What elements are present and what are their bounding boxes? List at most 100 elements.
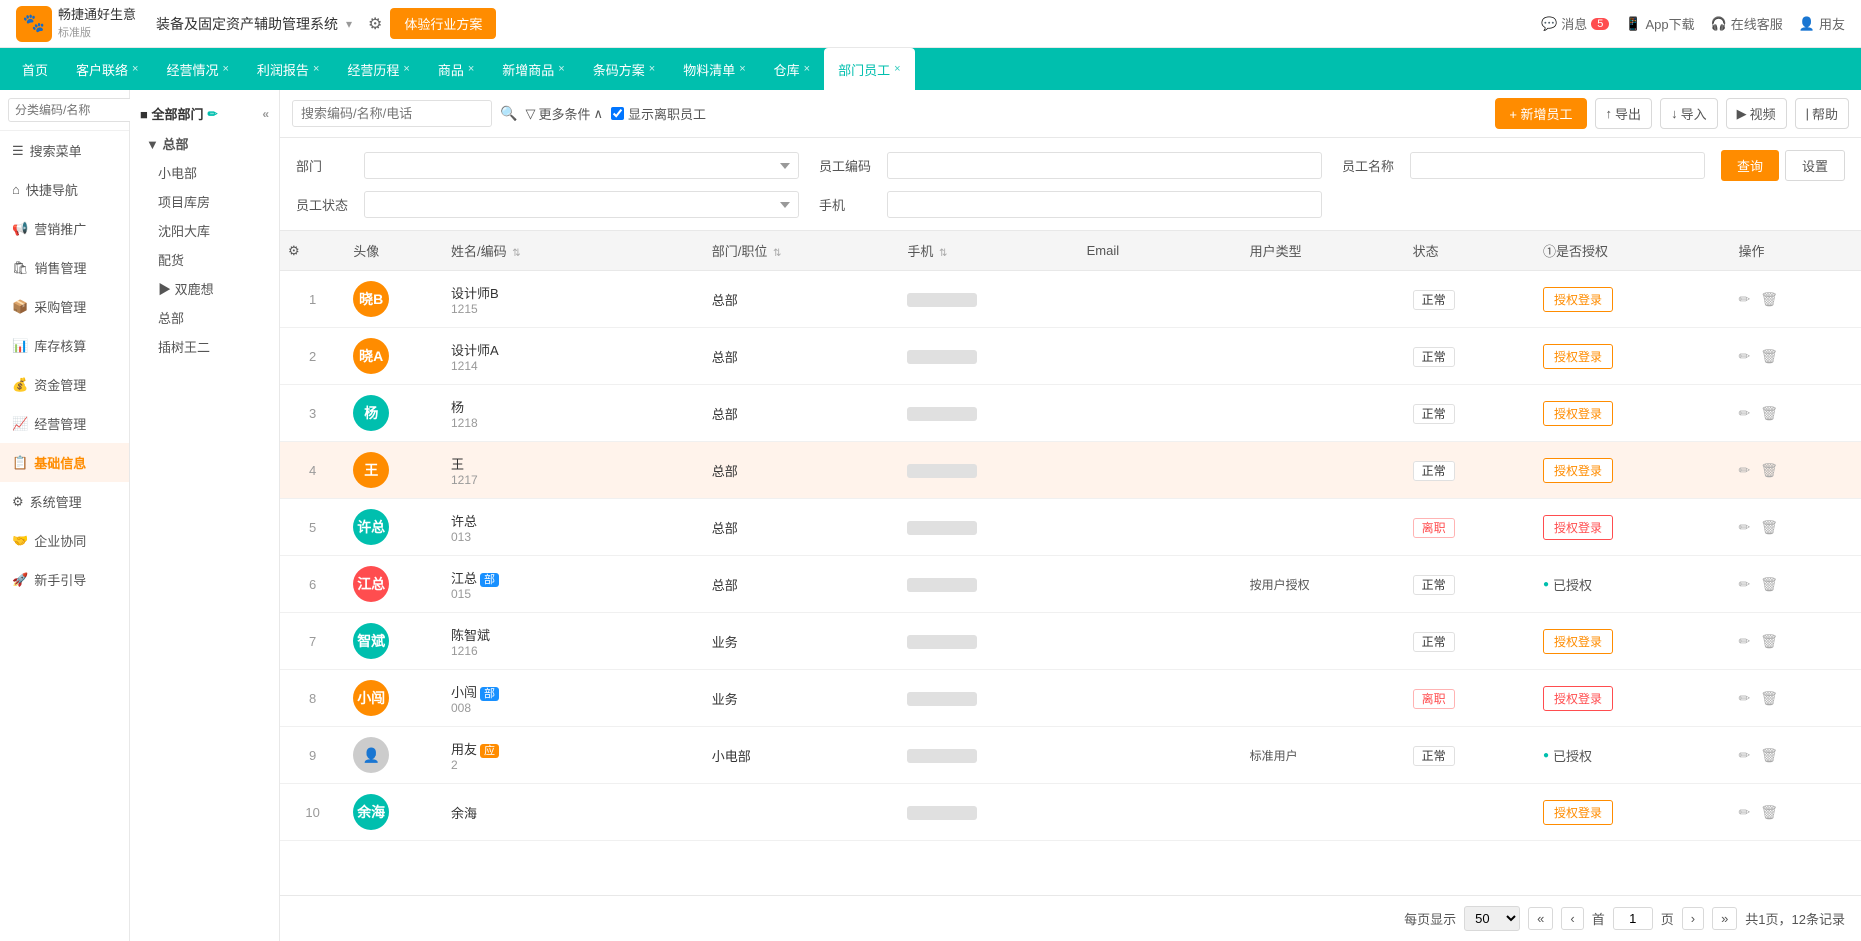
online-service-btn[interactable]: 🎧 在线客服 [1711,14,1783,33]
sidebar-item-采购管理[interactable]: 📦采购管理 [0,287,129,326]
next-page-btn[interactable]: › [1682,907,1704,930]
nav-tab-部门员工[interactable]: 部门员工× [824,48,914,90]
delete-icon[interactable]: 🗑 [1760,462,1778,479]
emp-status-select[interactable] [364,191,799,218]
delete-icon[interactable]: 🗑 [1760,804,1778,821]
first-page-btn[interactable]: « [1528,907,1553,930]
auth-button[interactable]: 授权登录 [1543,800,1613,825]
auth-button[interactable]: 授权登录 [1543,344,1613,369]
edit-icon[interactable]: ✏ [1739,690,1751,707]
search-button[interactable]: 🔍 [500,105,517,122]
dept-edit-icon[interactable]: ✏ [207,107,217,121]
page-size-select[interactable]: 50 100 [1464,906,1520,931]
edit-icon[interactable]: ✏ [1739,348,1751,365]
add-employee-button[interactable]: + 新增员工 [1495,98,1586,129]
trial-button[interactable]: 体验行业方案 [390,8,496,39]
message-btn[interactable]: 💬 消息 5 [1541,14,1609,33]
close-tab-icon[interactable]: × [894,63,900,75]
sidebar-item-库存核算[interactable]: 📊库存核算 [0,326,129,365]
nav-tab-首页[interactable]: 首页 [8,48,62,90]
close-tab-icon[interactable]: × [739,63,745,75]
col-dept[interactable]: 部门/职位 ⇅ [704,231,900,271]
system-title-dropdown[interactable]: ▾ [346,17,352,31]
show-resigned-checkbox[interactable] [611,107,624,120]
prev-page-btn[interactable]: ‹ [1561,907,1583,930]
close-tab-icon[interactable]: × [804,63,810,75]
sidebar-item-销售管理[interactable]: 🛍销售管理 [0,248,129,287]
auth-button[interactable]: 授权登录 [1543,287,1613,312]
dept-item-总部[interactable]: 总部 [130,303,279,332]
dept-item-插树王二[interactable]: 插树王二 [130,332,279,361]
close-tab-icon[interactable]: × [132,63,138,75]
sidebar-item-基础信息[interactable]: 📋基础信息 [0,443,129,482]
dept-item-项目库房[interactable]: 项目库房 [130,187,279,216]
close-tab-icon[interactable]: × [468,63,474,75]
edit-icon[interactable]: ✏ [1739,804,1751,821]
nav-tab-客户联络[interactable]: 客户联络× [62,48,152,90]
auth-button[interactable]: 授权登录 [1543,458,1613,483]
edit-icon[interactable]: ✏ [1739,291,1751,308]
auth-button[interactable]: 授权登录 [1543,401,1613,426]
nav-tab-仓库[interactable]: 仓库× [760,48,824,90]
delete-icon[interactable]: 🗑 [1760,690,1778,707]
delete-icon[interactable]: 🗑 [1760,405,1778,422]
gear-icon[interactable]: ⚙ [368,14,382,34]
delete-icon[interactable]: 🗑 [1760,291,1778,308]
nav-tab-新增商品[interactable]: 新增商品× [488,48,578,90]
dept-item-沈阳大库[interactable]: 沈阳大库 [130,216,279,245]
sidebar-item-营销推广[interactable]: 📢营销推广 [0,209,129,248]
dept-item-配货[interactable]: 配货 [130,245,279,274]
close-tab-icon[interactable]: × [649,63,655,75]
dept-collapse-icon[interactable]: « [262,107,269,121]
col-phone[interactable]: 手机 ⇅ [899,231,1078,271]
last-page-btn[interactable]: » [1712,907,1737,930]
edit-icon[interactable]: ✏ [1739,405,1751,422]
delete-icon[interactable]: 🗑 [1760,519,1778,536]
more-filter-btn[interactable]: ▽ 更多条件 ∧ [525,104,603,123]
sidebar-item-搜索菜单[interactable]: ☰搜索菜单 [0,131,129,170]
close-tab-icon[interactable]: × [403,63,409,75]
nav-tab-经营情况[interactable]: 经营情况× [152,48,242,90]
edit-icon[interactable]: ✏ [1739,747,1751,764]
edit-icon[interactable]: ✏ [1739,519,1751,536]
sidebar-item-企业协同[interactable]: 🤝企业协同 [0,521,129,560]
sidebar-item-资金管理[interactable]: 💰资金管理 [0,365,129,404]
export-button[interactable]: ↑ 导出 [1595,98,1653,129]
close-tab-icon[interactable]: × [558,63,564,75]
nav-tab-利润报告[interactable]: 利润报告× [243,48,333,90]
delete-icon[interactable]: 🗑 [1760,576,1778,593]
phone-input[interactable] [887,191,1322,218]
delete-icon[interactable]: 🗑 [1760,633,1778,650]
edit-icon[interactable]: ✏ [1739,462,1751,479]
search-input[interactable] [292,100,492,127]
app-download-btn[interactable]: 📱 App下载 [1625,14,1694,33]
auth-button[interactable]: 授权登录 [1543,515,1613,540]
emp-name-input[interactable] [1410,152,1705,179]
nav-tab-条码方案[interactable]: 条码方案× [579,48,669,90]
sidebar-item-经营管理[interactable]: 📈经营管理 [0,404,129,443]
set-button[interactable]: 设置 [1785,150,1845,181]
user-area[interactable]: 👤 用友 [1799,14,1845,33]
delete-icon[interactable]: 🗑 [1760,747,1778,764]
query-button[interactable]: 查询 [1721,150,1779,181]
edit-icon[interactable]: ✏ [1739,633,1751,650]
col-settings[interactable]: ⚙ [280,231,345,271]
sidebar-item-快捷导航[interactable]: ⌂快捷导航 [0,170,129,209]
sidebar-item-系统管理[interactable]: ⚙系统管理 [0,482,129,521]
show-resigned-checkbox-label[interactable]: 显示离职员工 [611,104,706,123]
view-button[interactable]: ▶ 视频 [1726,98,1787,129]
auth-button[interactable]: 授权登录 [1543,686,1613,711]
nav-tab-商品[interactable]: 商品× [424,48,488,90]
dept-item-总部[interactable]: ▼ 总部 [130,129,279,158]
delete-icon[interactable]: 🗑 [1760,348,1778,365]
col-name[interactable]: 姓名/编码 ⇅ [443,231,704,271]
auth-button[interactable]: 授权登录 [1543,629,1613,654]
dept-item-双鹿想[interactable]: ▶ 双鹿想 [130,274,279,303]
help-button[interactable]: | 帮助 [1795,98,1849,129]
nav-tab-物料清单[interactable]: 物料清单× [669,48,759,90]
dept-filter-select[interactable] [364,152,799,179]
emp-code-input[interactable] [887,152,1322,179]
dept-item-小电部[interactable]: 小电部 [130,158,279,187]
page-input[interactable] [1613,907,1653,930]
nav-tab-经营历程[interactable]: 经营历程× [333,48,423,90]
